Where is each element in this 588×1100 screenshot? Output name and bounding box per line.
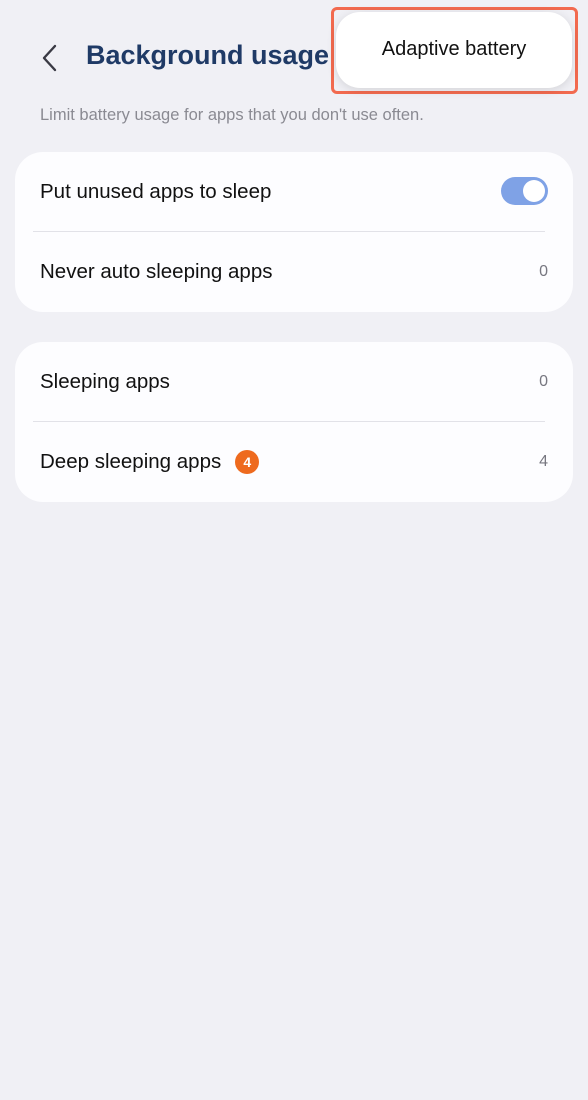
back-button[interactable]: [30, 38, 70, 78]
never-auto-sleeping-apps-count: 0: [539, 263, 548, 280]
sleep-settings-card: Put unused apps to sleep Never auto slee…: [15, 152, 573, 312]
deep-sleeping-apps-count: 4: [539, 453, 548, 470]
sleeping-apps-row[interactable]: Sleeping apps 0: [15, 342, 573, 422]
put-unused-apps-to-sleep-label: Put unused apps to sleep: [40, 180, 272, 203]
deep-sleeping-apps-row[interactable]: Deep sleeping apps 4 4: [15, 422, 573, 502]
sleeping-apps-count: 0: [539, 373, 548, 390]
never-auto-sleeping-apps-label: Never auto sleeping apps: [40, 260, 273, 283]
put-unused-apps-to-sleep-toggle[interactable]: [501, 177, 548, 205]
menu-item-adaptive-battery[interactable]: Adaptive battery: [382, 38, 527, 61]
deep-sleeping-apps-badge: 4: [235, 450, 260, 474]
screen: Background usage l Adaptive battery Limi…: [0, 0, 588, 1100]
sleeping-apps-label: Sleeping apps: [40, 370, 170, 393]
chevron-left-icon: [42, 44, 57, 72]
never-auto-sleeping-apps-row[interactable]: Never auto sleeping apps 0: [15, 232, 573, 312]
put-unused-apps-to-sleep-row[interactable]: Put unused apps to sleep: [15, 152, 573, 232]
page-description: Limit battery usage for apps that you do…: [40, 106, 424, 124]
overflow-menu: Adaptive battery: [336, 12, 572, 88]
deep-sleeping-apps-label: Deep sleeping apps: [40, 450, 222, 473]
toggle-knob: [523, 180, 545, 202]
page-title: Background usage l: [86, 40, 336, 70]
sleeping-apps-card: Sleeping apps 0 Deep sleeping apps 4 4: [15, 342, 573, 502]
